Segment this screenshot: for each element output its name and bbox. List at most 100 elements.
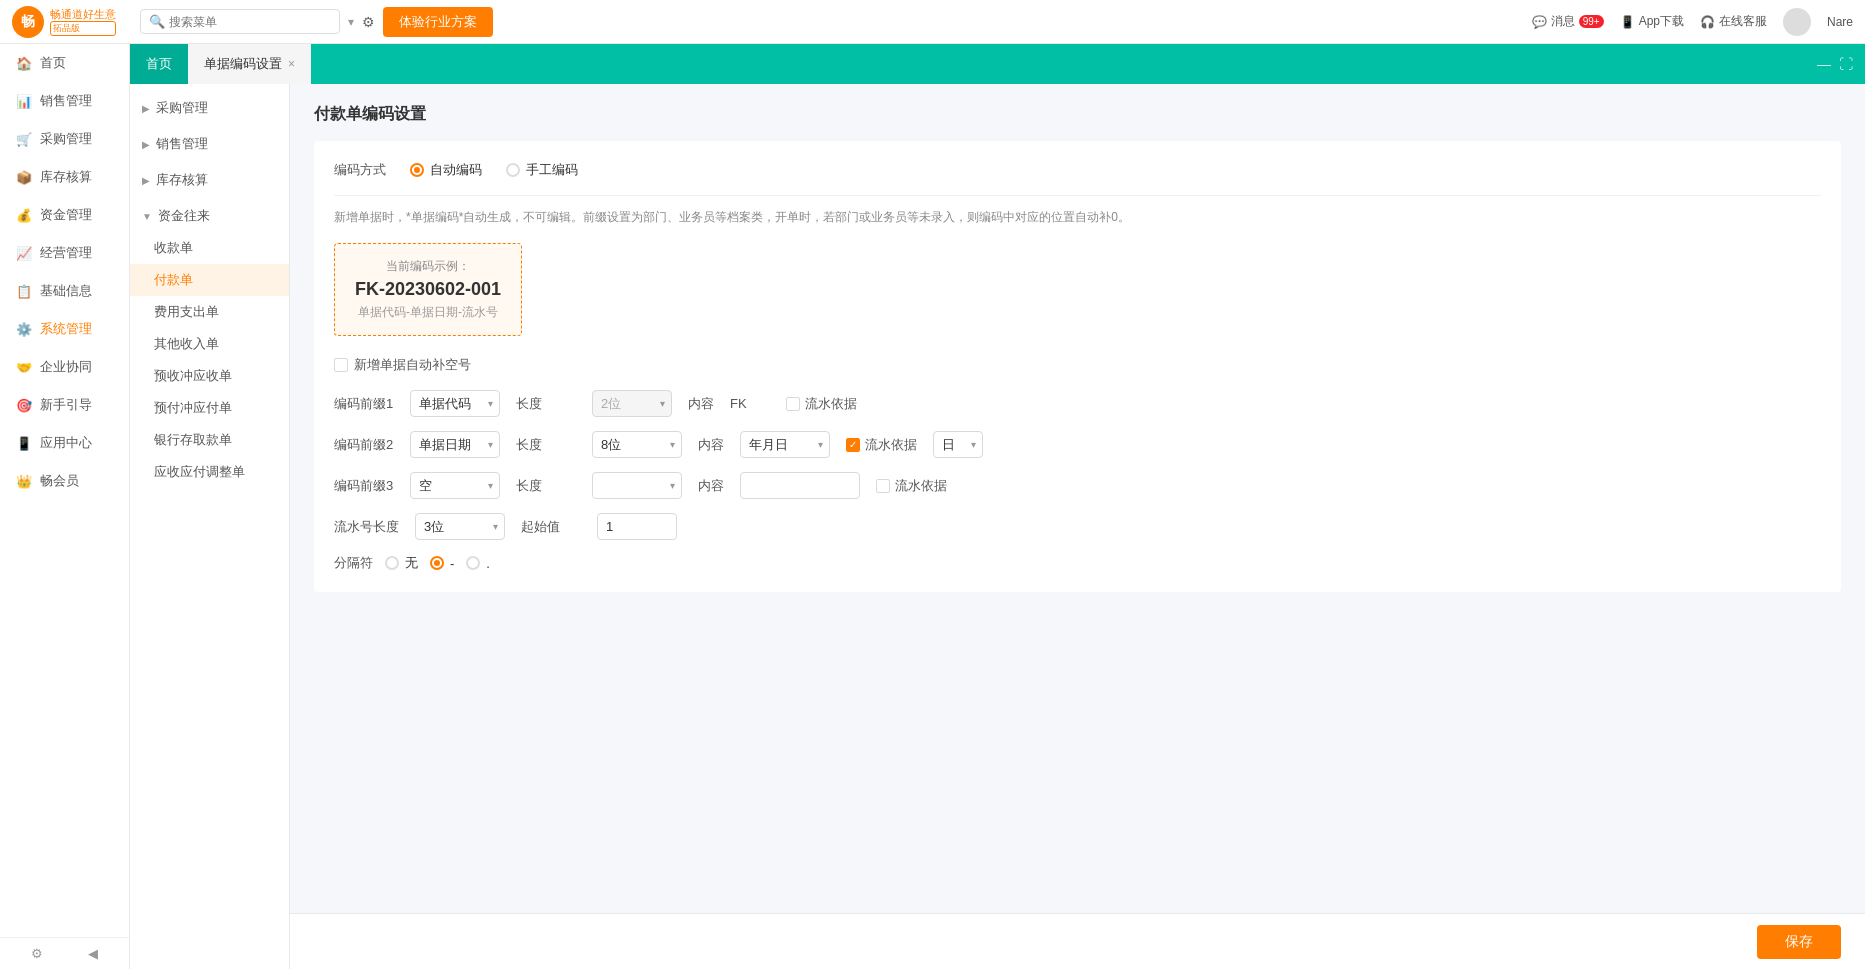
sidebar-item-label: 资金管理	[40, 206, 92, 224]
content2-select[interactable]: 年月日 年月 年	[740, 431, 830, 458]
sub-item-adjust[interactable]: 应收应付调整单	[130, 456, 289, 488]
sidebar-item-member[interactable]: 👑 畅会员	[0, 462, 129, 500]
sep-dash-option[interactable]: -	[430, 556, 454, 571]
tab-bar-right: — ⛶	[1817, 56, 1865, 72]
sidebar-item-purchase[interactable]: 🛒 采购管理	[0, 120, 129, 158]
sales-icon: 📊	[16, 93, 32, 109]
length3-select-wrap: ▾	[592, 472, 682, 499]
content2-select-wrap: 年月日 年月 年 ▾	[740, 431, 830, 458]
tab-minimize-icon[interactable]: —	[1817, 56, 1831, 72]
prefix3-select[interactable]: 空 单据代码 部门 业务员 仓库	[410, 472, 500, 499]
sub-item-prepay-payable[interactable]: 预付冲应付单	[130, 392, 289, 424]
waterflow1-wrap[interactable]: 流水依据	[786, 395, 857, 413]
auto-encode-option[interactable]: 自动编码	[410, 161, 482, 179]
prefix2-label: 编码前缀2	[334, 436, 394, 454]
message-icon: 💬	[1532, 15, 1547, 29]
save-button[interactable]: 保存	[1757, 925, 1841, 959]
settings-icon[interactable]: ⚙	[362, 14, 375, 30]
sidebar-item-sales[interactable]: 📊 销售管理	[0, 82, 129, 120]
message-badge: 99+	[1579, 15, 1604, 28]
chevron-down-icon[interactable]: ▾	[348, 15, 354, 29]
sep-dot-option[interactable]: .	[466, 556, 490, 571]
prefix2-select[interactable]: 单据日期 部门 业务员 仓库 空	[410, 431, 500, 458]
message-action[interactable]: 💬 消息 99+	[1532, 13, 1604, 30]
prefix1-label: 编码前缀1	[334, 395, 394, 413]
sub-group-inventory: ▶ 库存核算	[130, 164, 289, 196]
arrow-right-icon: ▶	[142, 103, 150, 114]
sidebar-item-label: 库存核算	[40, 168, 92, 186]
sep-dot-radio[interactable]	[466, 556, 480, 570]
auto-fill-label: 新增单据自动补空号	[354, 356, 471, 374]
length1-select[interactable]: 2位	[592, 390, 672, 417]
hint-text: 新增单据时，*单据编码*自动生成，不可编辑。前缀设置为部门、业务员等档案类，开单…	[334, 208, 1821, 227]
search-input-wrap[interactable]: 🔍	[140, 9, 340, 34]
sub-group-finance-header[interactable]: ▼ 资金往来	[130, 200, 289, 232]
sub-group-sales: ▶ 销售管理	[130, 128, 289, 160]
separator-label: 分隔符	[334, 554, 373, 572]
sep-none-radio[interactable]	[385, 556, 399, 570]
sidebar-collapse-icon[interactable]: ◀	[88, 946, 98, 961]
sub-item-bank[interactable]: 银行存取款单	[130, 424, 289, 456]
newguide-icon: 🎯	[16, 397, 32, 413]
sub-group-inventory-header[interactable]: ▶ 库存核算	[130, 164, 289, 196]
purchase-icon: 🛒	[16, 131, 32, 147]
arrow-down-icon: ▼	[142, 211, 152, 222]
waterflow3-wrap[interactable]: 流水依据	[876, 477, 947, 495]
logo-text-wrap: 畅通道好生意 拓品版	[50, 7, 116, 36]
app-download-action[interactable]: 📱 App下载	[1620, 13, 1684, 30]
member-icon: 👑	[16, 473, 32, 489]
length1-label: 长度	[516, 395, 576, 413]
auto-fill-checkbox[interactable]	[334, 358, 348, 372]
start-value-input[interactable]	[597, 513, 677, 540]
app-download-label: App下载	[1639, 13, 1684, 30]
waterflow2-unit-select[interactable]: 日 月 年	[933, 431, 983, 458]
bottom-bar: 保存	[290, 913, 1865, 969]
sidebar-item-appcenter[interactable]: 📱 应用中心	[0, 424, 129, 462]
waterflow3-checkbox[interactable]	[876, 479, 890, 493]
sub-item-other-income[interactable]: 其他收入单	[130, 328, 289, 360]
sidebar-item-inventory[interactable]: 📦 库存核算	[0, 158, 129, 196]
length3-select[interactable]	[592, 472, 682, 499]
prefix1-select[interactable]: 单据代码 部门 业务员 仓库 空	[410, 390, 500, 417]
sub-group-sales-header[interactable]: ▶ 销售管理	[130, 128, 289, 160]
sidebar-item-newguide[interactable]: 🎯 新手引导	[0, 386, 129, 424]
length2-select[interactable]: 8位 6位 4位	[592, 431, 682, 458]
auto-encode-radio[interactable]	[410, 163, 424, 177]
tab-maximize-icon[interactable]: ⛶	[1839, 56, 1853, 72]
waterflow1-checkbox[interactable]	[786, 397, 800, 411]
sidebar-item-basic[interactable]: 📋 基础信息	[0, 272, 129, 310]
online-service-label: 在线客服	[1719, 13, 1767, 30]
sub-item-receipt[interactable]: 收款单	[130, 232, 289, 264]
finance-icon: 💰	[16, 207, 32, 223]
sub-item-payment[interactable]: 付款单	[130, 264, 289, 296]
divider	[334, 195, 1821, 196]
waterflow2-checkbox[interactable]: ✓	[846, 438, 860, 452]
content3-input[interactable]	[740, 472, 860, 499]
waterflow-length-select[interactable]: 3位 4位 5位 6位	[415, 513, 505, 540]
waterflow2-wrap[interactable]: ✓ 流水依据	[846, 436, 917, 454]
tab-close-icon[interactable]: ×	[288, 57, 295, 71]
sidebar-item-home[interactable]: 🏠 首页	[0, 44, 129, 82]
sep-dash-radio[interactable]	[430, 556, 444, 570]
sub-item-expense[interactable]: 费用支出单	[130, 296, 289, 328]
sub-group-purchase-header[interactable]: ▶ 采购管理	[130, 92, 289, 124]
sidebar-item-operations[interactable]: 📈 经营管理	[0, 234, 129, 272]
sidebar-item-finance[interactable]: 💰 资金管理	[0, 196, 129, 234]
manual-encode-radio[interactable]	[506, 163, 520, 177]
prefix2-select-wrap: 单据日期 部门 业务员 仓库 空 ▾	[410, 431, 500, 458]
search-icon: 🔍	[149, 14, 165, 29]
sidebar-item-enterprise[interactable]: 🤝 企业协同	[0, 348, 129, 386]
sep-none-option[interactable]: 无	[385, 554, 418, 572]
search-input[interactable]	[169, 15, 319, 29]
tab-encode-settings[interactable]: 单据编码设置 ×	[188, 44, 311, 84]
trial-button[interactable]: 体验行业方案	[383, 7, 493, 37]
manual-encode-option[interactable]: 手工编码	[506, 161, 578, 179]
tab-home[interactable]: 首页	[130, 44, 188, 84]
sidebar-item-system[interactable]: ⚙️ 系统管理	[0, 310, 129, 348]
sub-item-prepay-receivable[interactable]: 预收冲应收单	[130, 360, 289, 392]
online-service-action[interactable]: 🎧 在线客服	[1700, 13, 1767, 30]
sub-group-purchase: ▶ 采购管理	[130, 92, 289, 124]
sidebar-settings-icon[interactable]: ⚙	[31, 946, 43, 961]
download-icon: 📱	[1620, 15, 1635, 29]
auto-fill-row[interactable]: 新增单据自动补空号	[334, 356, 1821, 374]
